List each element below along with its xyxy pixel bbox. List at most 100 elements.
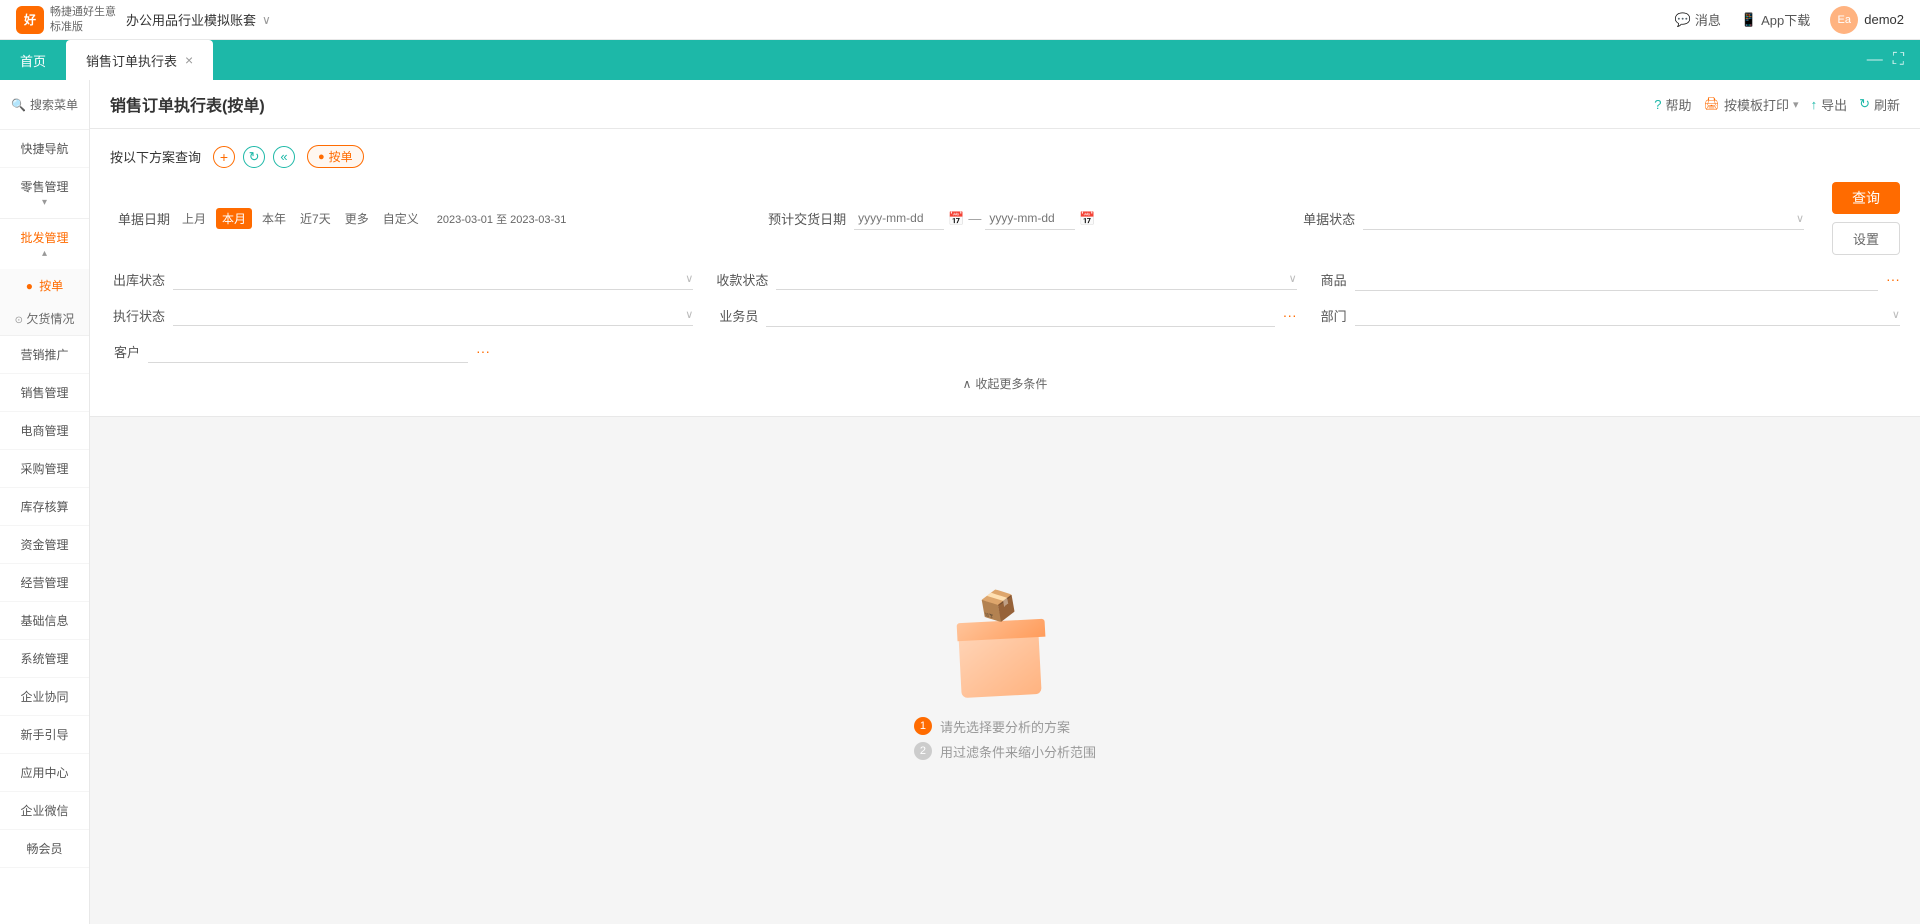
- plan-actions: + ↻ «: [213, 146, 295, 168]
- search-button[interactable]: 查询: [1832, 182, 1900, 214]
- tab-sales-order-exec[interactable]: 销售订单执行表 ×: [66, 40, 213, 80]
- refresh-plan-button[interactable]: ↻: [243, 146, 265, 168]
- goods-more-icon[interactable]: ···: [1886, 271, 1900, 287]
- page-actions: ? 帮助 🖨 按模板打印 ▾ ↑ 导出 ↻ 刷新: [1654, 95, 1900, 114]
- filter-field-date: 单据日期 上月 本月 本年 近7天 更多 自定义 2023-03-01 至 20…: [110, 208, 746, 229]
- date-tab-more[interactable]: 更多: [341, 208, 373, 229]
- collapse-plan-button[interactable]: «: [273, 146, 295, 168]
- filter-field-ship-status: 出库状态 ∨: [110, 268, 693, 290]
- topbar-right: 💬 消息 📱 App下载 Ea demo2: [1675, 6, 1904, 34]
- date-tab-cur[interactable]: 本月: [216, 208, 252, 229]
- date-tab-year[interactable]: 本年: [258, 208, 290, 229]
- calendar-start-icon[interactable]: 📅: [948, 211, 964, 227]
- export-button[interactable]: ↑ 导出: [1811, 95, 1848, 114]
- breadcrumb-dropdown-icon[interactable]: ∨: [262, 13, 271, 27]
- active-plan-dot: ●: [318, 151, 325, 163]
- dept-label: 部门: [1317, 306, 1347, 325]
- app-download-button[interactable]: 📱 App下载: [1741, 10, 1810, 29]
- salesperson-more-icon[interactable]: ···: [1283, 307, 1297, 323]
- empty-tip-1: 1 请先选择要分析的方案: [914, 717, 1096, 736]
- collapse-icon: ∧: [963, 377, 972, 391]
- search-settings-area: 查询 设置: [1832, 182, 1900, 255]
- page-header: 销售订单执行表(按单) ? 帮助 🖨 按模板打印 ▾ ↑ 导出 ↻ 刷新: [90, 80, 1920, 129]
- date-tab-7days[interactable]: 近7天: [296, 208, 335, 229]
- message-icon: 💬: [1675, 12, 1691, 28]
- add-plan-button[interactable]: +: [213, 146, 235, 168]
- calendar-end-icon[interactable]: 📅: [1079, 211, 1095, 227]
- sidebar-item-ecommerce[interactable]: 电商管理: [0, 412, 89, 450]
- tab-minimize-icon[interactable]: —: [1867, 51, 1883, 69]
- user-area[interactable]: Ea demo2: [1830, 6, 1904, 34]
- main-layout: 🔍 搜索菜单 快捷导航 零售管理 ▾ 批发管理 ▴ ● 按单: [0, 80, 1920, 924]
- sidebar-item-member[interactable]: 畅会员: [0, 830, 89, 868]
- receipt-status-select[interactable]: ∨: [776, 268, 1296, 290]
- salesperson-label: 业务员: [713, 306, 758, 325]
- dept-select[interactable]: ∨: [1355, 304, 1900, 326]
- filter-field-customer: 客户 ···: [110, 339, 490, 363]
- active-plan-item[interactable]: ● 按单: [307, 145, 364, 168]
- search-menu-button[interactable]: 🔍 搜索菜单: [8, 90, 81, 119]
- status-dropdown-icon: ∨: [1796, 212, 1804, 225]
- filter-header: 按以下方案查询 + ↻ « ● 按单: [110, 145, 1900, 168]
- exec-status-dropdown-icon: ∨: [685, 308, 693, 321]
- sidebar-item-quick-nav[interactable]: 快捷导航: [0, 130, 89, 168]
- exec-status-label: 执行状态: [110, 306, 165, 325]
- print-dropdown-icon[interactable]: ▾: [1793, 98, 1799, 111]
- filter-field-exec-status: 执行状态 ∨: [110, 304, 693, 326]
- print-button[interactable]: 🖨 按模板打印 ▾: [1704, 95, 1799, 114]
- sidebar-item-enterprise[interactable]: 企业协同: [0, 678, 89, 716]
- sidebar-sub-item-orders[interactable]: ● 按单: [0, 269, 89, 302]
- expected-date-input-group: 📅 — 📅: [854, 207, 1095, 230]
- customer-more-icon[interactable]: ···: [476, 343, 490, 359]
- filter-field-goods: 商品 ···: [1317, 267, 1900, 291]
- ship-status-select[interactable]: ∨: [173, 268, 693, 290]
- tab-maximize-icon[interactable]: ⛶: [1893, 51, 1904, 69]
- date-tab-prev[interactable]: 上月: [178, 208, 210, 229]
- customer-input[interactable]: [148, 339, 468, 363]
- sidebar-item-system[interactable]: 系统管理: [0, 640, 89, 678]
- messages-button[interactable]: 💬 消息: [1675, 10, 1721, 29]
- expected-date-end-input[interactable]: [985, 207, 1075, 230]
- sidebar-item-retail-mgmt[interactable]: 零售管理 ▾: [0, 168, 89, 218]
- tab-close-icon[interactable]: ×: [185, 52, 193, 68]
- sidebar-item-wholesale-mgmt[interactable]: 批发管理 ▴: [0, 219, 89, 269]
- salesperson-input[interactable]: [766, 303, 1274, 327]
- expected-date-start-input[interactable]: [854, 207, 944, 230]
- goods-label: 商品: [1317, 270, 1347, 289]
- content-area: 销售订单执行表(按单) ? 帮助 🖨 按模板打印 ▾ ↑ 导出 ↻ 刷新: [90, 80, 1920, 924]
- filter-field-receipt-status: 收款状态 ∨: [713, 268, 1296, 290]
- sidebar-item-wechat[interactable]: 企业微信: [0, 792, 89, 830]
- filter-row-1: 单据日期 上月 本月 本年 近7天 更多 自定义 2023-03-01 至 20…: [110, 182, 1900, 255]
- sidebar-item-marketing[interactable]: 营销推广: [0, 336, 89, 374]
- collapse-more-button[interactable]: ∧ 收起更多条件: [110, 367, 1900, 400]
- tab-actions: — ⛶: [1851, 51, 1920, 69]
- settings-button[interactable]: 设置: [1832, 222, 1900, 255]
- refresh-button[interactable]: ↻ 刷新: [1859, 95, 1900, 114]
- sidebar-item-purchase[interactable]: 采购管理: [0, 450, 89, 488]
- sidebar-sub-item-arrears[interactable]: ⊙ 欠货情况: [0, 302, 89, 335]
- sidebar: 🔍 搜索菜单 快捷导航 零售管理 ▾ 批发管理 ▴ ● 按单: [0, 80, 90, 924]
- help-button[interactable]: ? 帮助: [1654, 95, 1691, 114]
- logo-text: 畅捷通好生意 标准版: [50, 5, 116, 34]
- filter-field-expected-date: 预计交货日期 📅 — 📅: [766, 207, 1275, 230]
- date-tab-custom[interactable]: 自定义: [379, 208, 423, 229]
- sidebar-item-inventory[interactable]: 库存核算: [0, 488, 89, 526]
- status-select[interactable]: ∨: [1363, 208, 1804, 230]
- sidebar-item-operations[interactable]: 经营管理: [0, 564, 89, 602]
- exec-status-select[interactable]: ∨: [173, 304, 693, 326]
- sidebar-item-finance[interactable]: 资金管理: [0, 526, 89, 564]
- sidebar-item-newbie[interactable]: 新手引导: [0, 716, 89, 754]
- tip-num-2: 2: [914, 742, 932, 760]
- logo-area: 好 畅捷通好生意 标准版: [16, 5, 116, 34]
- sidebar-search-area: 🔍 搜索菜单: [0, 80, 89, 130]
- refresh-icon: ↻: [1859, 96, 1870, 112]
- tab-home[interactable]: 首页: [0, 40, 66, 80]
- sidebar-item-basic-info[interactable]: 基础信息: [0, 602, 89, 640]
- filter-plan-label: 按以下方案查询: [110, 147, 201, 166]
- expected-date-label: 预计交货日期: [766, 209, 846, 228]
- goods-input[interactable]: [1355, 267, 1878, 291]
- date-tabs: 上月 本月 本年 近7天 更多 自定义: [178, 208, 423, 229]
- filter-field-dept: 部门 ∨: [1317, 304, 1900, 326]
- sidebar-item-apps[interactable]: 应用中心: [0, 754, 89, 792]
- sidebar-item-sales-mgmt[interactable]: 销售管理: [0, 374, 89, 412]
